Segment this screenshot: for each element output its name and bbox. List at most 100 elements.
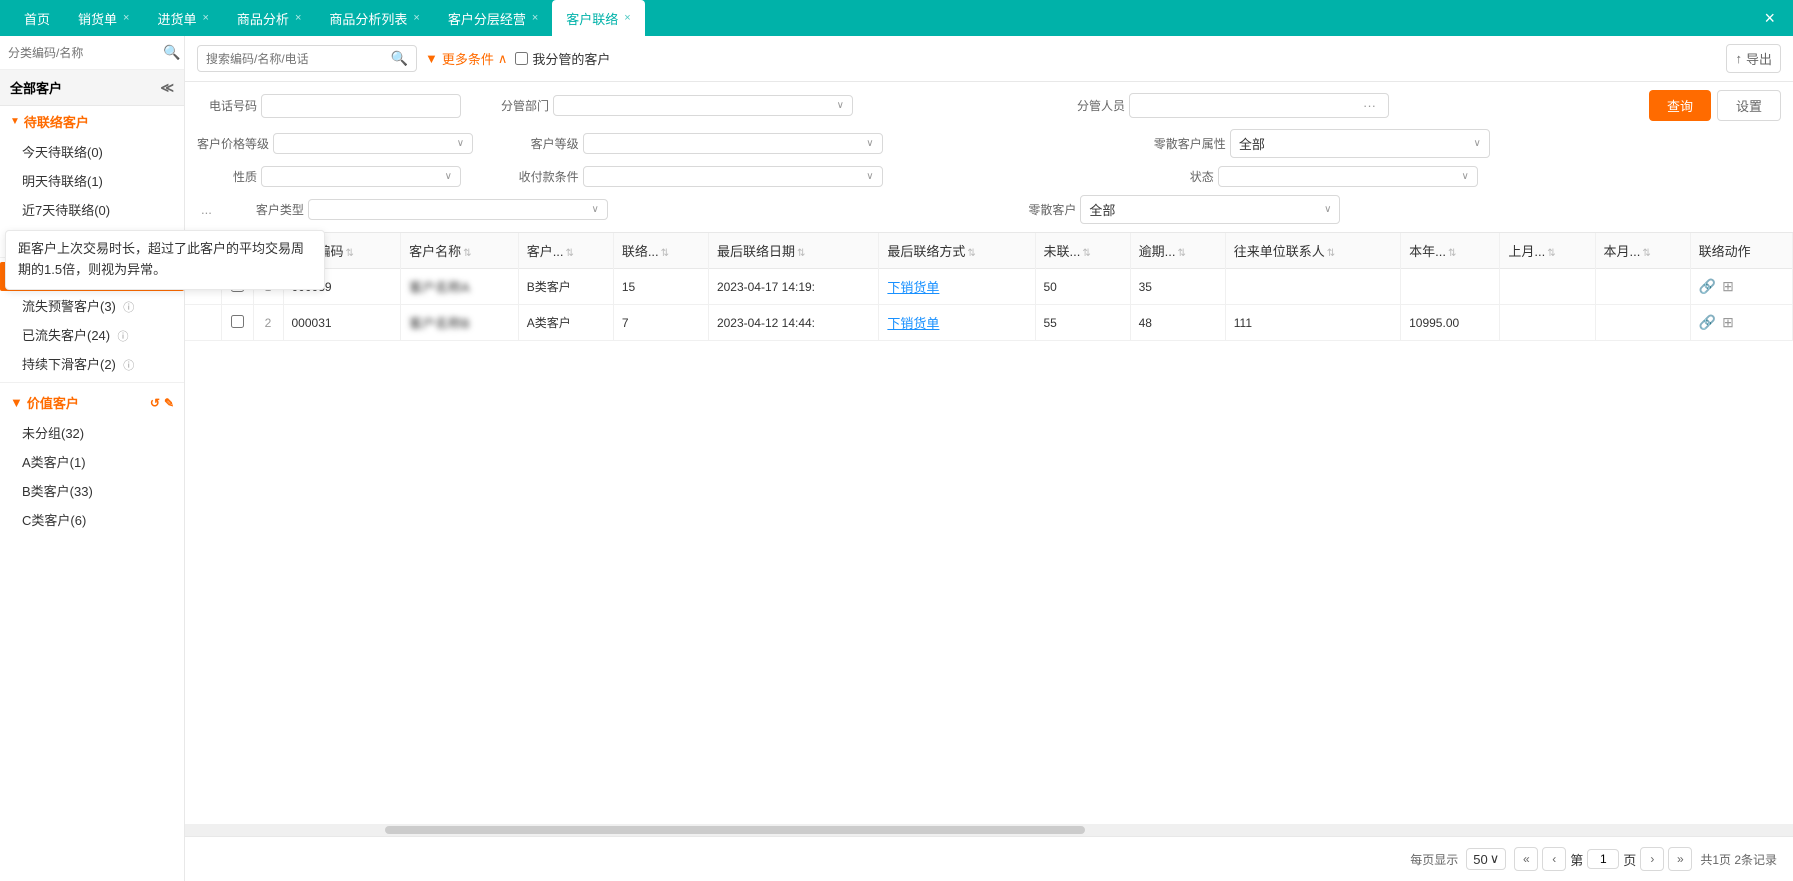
sidebar-item-tomorrow[interactable]: 明天待联络(1)	[0, 166, 184, 195]
sidebar-item-class-a[interactable]: A类客户(1)	[0, 447, 184, 476]
main-search-input[interactable]	[206, 52, 391, 66]
col-last-contact-method[interactable]: 最后联络方式⇅	[879, 233, 1035, 269]
add-icon-value[interactable]: ✎	[164, 396, 174, 410]
filter-status: 状态 ∨	[1154, 166, 1781, 187]
person-more-icon[interactable]: ···	[1359, 98, 1380, 113]
nav-home[interactable]: 首页	[10, 0, 64, 36]
price-level-chevron-icon: ∨	[457, 138, 464, 149]
gender-chevron-icon: ∨	[445, 171, 452, 182]
action-link-icon-2[interactable]: 🔗	[1699, 314, 1716, 331]
customer-level-select[interactable]: ∨	[583, 133, 883, 154]
edit-icon-value[interactable]: ↺	[150, 396, 160, 410]
person-select[interactable]: ···	[1129, 93, 1389, 118]
col-name[interactable]: 客户名称⇅	[401, 233, 519, 269]
payment-select[interactable]: ∨	[583, 166, 883, 187]
nav-product-analysis-list[interactable]: 商品分析列表 ×	[315, 0, 433, 36]
sidebar-item-declining[interactable]: 持续下滑客户(2) ⓘ	[0, 349, 184, 378]
cell-overdue-2: 48	[1130, 305, 1225, 341]
col-this-month[interactable]: 本月...⇅	[1595, 233, 1690, 269]
nav-customer-contact[interactable]: 客户联络 ×	[552, 0, 644, 36]
col-unpaid[interactable]: 未联...⇅	[1035, 233, 1130, 269]
nav-sales[interactable]: 销货单 ×	[64, 0, 143, 36]
nav-purchase-close[interactable]: ×	[202, 12, 208, 24]
first-page-button[interactable]: «	[1514, 847, 1538, 871]
cell-settings-2	[185, 305, 221, 341]
cell-action-2: 🔗 ⊞	[1690, 305, 1792, 341]
col-type[interactable]: 客户...⇅	[518, 233, 613, 269]
nav-sales-close[interactable]: ×	[123, 12, 129, 24]
main-search-box: 🔍	[197, 45, 417, 72]
sidebar-item-ungrouped[interactable]: 未分组(32)	[0, 418, 184, 447]
nav-product-analysis-list-close[interactable]: ×	[413, 12, 419, 24]
sidebar-item-class-b[interactable]: B类客户(33)	[0, 476, 184, 505]
sidebar-value-section: ▼ 价值客户 ↺ ✎ 未分组(32) A类客户(1) B类客户(33) C类客户…	[0, 387, 184, 534]
row4-dots[interactable]: ...	[197, 202, 216, 217]
gender-select[interactable]: ∨	[261, 166, 461, 187]
action-qr-icon-2[interactable]: ⊞	[1722, 314, 1734, 331]
nav-customer-layered-close[interactable]: ×	[532, 12, 538, 24]
sidebar-search-icon[interactable]: 🔍	[163, 44, 180, 61]
next-page-button[interactable]: ›	[1640, 847, 1664, 871]
cell-unit-contact-2: 111	[1225, 305, 1400, 341]
query-button[interactable]: 查询	[1649, 90, 1711, 121]
col-this-year[interactable]: 本年...⇅	[1401, 233, 1500, 269]
nav-product-analysis-close[interactable]: ×	[295, 12, 301, 24]
col-unit-contact[interactable]: 往来单位联系人⇅	[1225, 233, 1400, 269]
last-page-button[interactable]: »	[1668, 847, 1692, 871]
nav-purchase[interactable]: 进货单 ×	[143, 0, 222, 36]
col-contact[interactable]: 联络...⇅	[613, 233, 708, 269]
dept-select[interactable]: ∨	[553, 95, 853, 116]
scrollbar-thumb[interactable]	[385, 826, 1085, 834]
more-conditions-button[interactable]: ▼ 更多条件 ∧	[425, 49, 507, 68]
nav-product-analysis[interactable]: 商品分析 ×	[223, 0, 315, 36]
row2-checkbox[interactable]	[231, 315, 244, 328]
cell-last-date-2: 2023-04-12 14:44:	[708, 305, 878, 341]
col-last-contact-date[interactable]: 最后联络日期⇅	[708, 233, 878, 269]
cell-contact-2: 7	[613, 305, 708, 341]
my-customers-filter: 我分管的客户	[515, 49, 610, 68]
prev-page-button[interactable]: ‹	[1542, 847, 1566, 871]
sidebar-item-churned[interactable]: 已流失客户(24) ⓘ	[0, 320, 184, 349]
status-chevron-icon: ∨	[1461, 171, 1468, 182]
export-button[interactable]: ↑ 导出	[1726, 44, 1781, 73]
last-method-link-2[interactable]: 下销货单	[887, 316, 939, 331]
status-select[interactable]: ∨	[1218, 166, 1478, 187]
horizontal-scrollbar[interactable]	[185, 824, 1793, 836]
sidebar-item-7days[interactable]: 近7天待联络(0)	[0, 195, 184, 224]
setting-button[interactable]: 设置	[1717, 90, 1781, 121]
filter-payment: 收付款条件 ∨	[519, 166, 1146, 187]
sidebar-item-churn-warning[interactable]: 流失预警客户(3) ⓘ	[0, 291, 184, 320]
retail-attr-select[interactable]: 全部 ∨	[1230, 129, 1490, 158]
window-close-button[interactable]: ×	[1756, 8, 1783, 29]
main-search-icon[interactable]: 🔍	[391, 50, 408, 67]
sidebar-value-title[interactable]: ▼ 价值客户 ↺ ✎	[0, 387, 184, 418]
price-level-select[interactable]: ∨	[273, 133, 473, 154]
sidebar-search-input[interactable]	[8, 46, 163, 60]
phone-input[interactable]	[261, 94, 461, 118]
action-qr-icon-1[interactable]: ⊞	[1722, 278, 1734, 295]
chevron-up-icon: ∧	[498, 51, 508, 67]
nav-customer-contact-close[interactable]: ×	[624, 12, 630, 24]
cell-this-year-1	[1401, 269, 1500, 305]
page-number-input[interactable]	[1587, 849, 1619, 869]
action-link-icon-1[interactable]: 🔗	[1699, 278, 1716, 295]
sidebar-header-icons[interactable]: ≪	[160, 80, 174, 96]
customer-type-select[interactable]: ∨	[308, 199, 608, 220]
col-last-month[interactable]: 上月...⇅	[1500, 233, 1595, 269]
retail-attr-chevron-icon: ∨	[1473, 138, 1480, 149]
retail-customer-select[interactable]: 全部 ∨	[1080, 195, 1340, 224]
collapse-icon[interactable]: ≪	[160, 80, 174, 96]
cell-num-2: 2	[253, 305, 283, 341]
page-size-select[interactable]: 50 ∨	[1466, 848, 1506, 870]
col-action: 联络动作	[1690, 233, 1792, 269]
cell-last-month-2	[1500, 305, 1595, 341]
filter-area: 电话号码 分管部门 ∨ 分管人员 ···	[185, 82, 1793, 233]
sidebar-item-class-c[interactable]: C类客户(6)	[0, 505, 184, 534]
cell-contact-1: 15	[613, 269, 708, 305]
nav-customer-layered[interactable]: 客户分层经营 ×	[434, 0, 552, 36]
sidebar-item-today[interactable]: 今天待联络(0)	[0, 137, 184, 166]
last-method-link-1[interactable]: 下销货单	[887, 280, 939, 295]
sidebar-pending-title[interactable]: ▼ 待联络客户	[0, 106, 184, 137]
col-overdue[interactable]: 逾期...⇅	[1130, 233, 1225, 269]
my-customers-checkbox[interactable]	[515, 52, 528, 65]
